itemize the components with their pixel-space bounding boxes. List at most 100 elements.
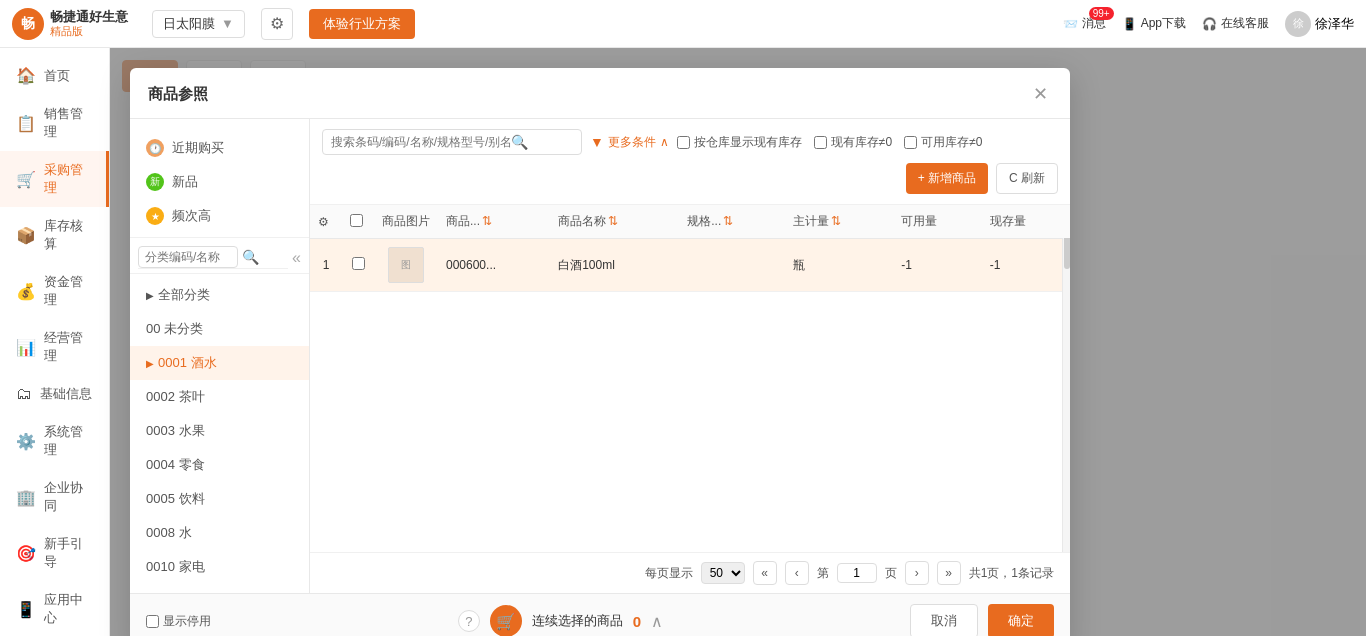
nav-selector[interactable]: 日太阳膜 ▼ xyxy=(152,10,245,38)
row-checkbox[interactable] xyxy=(352,257,365,270)
page-first-button[interactable]: « xyxy=(753,561,777,585)
quick-recent[interactable]: 🕐 近期购买 xyxy=(130,131,309,165)
page-prev-button[interactable]: ‹ xyxy=(785,561,809,585)
cancel-button[interactable]: 取消 xyxy=(910,604,978,636)
confirm-button[interactable]: 确定 xyxy=(988,604,1054,636)
top-nav: 畅 畅捷通好生意 精品版 日太阳膜 ▼ ⚙ 体验行业方案 📨 消息 99+ 📱 … xyxy=(0,0,1366,48)
modal-close-button[interactable]: ✕ xyxy=(1028,82,1052,106)
inventory-icon: 📦 xyxy=(16,226,36,245)
app-download-button[interactable]: 📱 App下载 xyxy=(1122,15,1186,32)
cat-item-0004[interactable]: 0004 零食 xyxy=(130,448,309,482)
logo-icon: 畅 xyxy=(12,8,44,40)
cat-item-00[interactable]: 00 未分类 xyxy=(130,312,309,346)
settings-button[interactable]: ⚙ xyxy=(261,8,293,40)
footer-mid: ? 🛒 连续选择的商品 0 ∧ xyxy=(458,605,663,636)
row-index: 1 xyxy=(310,239,342,292)
sidebar-item-sales[interactable]: 📋 销售管理 xyxy=(0,95,109,151)
show-disabled-input[interactable] xyxy=(146,615,159,628)
cat-item-all[interactable]: ▶ 全部分类 xyxy=(130,278,309,312)
collapse-sidebar-button[interactable]: « xyxy=(292,249,301,267)
sidebar-item-inventory[interactable]: 📦 库存核算 xyxy=(0,207,109,263)
table-header-code[interactable]: 商品...⇅ xyxy=(438,205,550,239)
enterprise-icon: 🏢 xyxy=(16,488,36,507)
new-icon: 新 xyxy=(146,173,164,191)
cart-icon[interactable]: 🛒 xyxy=(490,605,522,636)
more-filter-button[interactable]: ▼ 更多条件 ∧ xyxy=(590,134,669,151)
cat-item-0001[interactable]: ▶ 0001 酒水 xyxy=(130,346,309,380)
product-reference-modal: 商品参照 ✕ 🕐 近期购买 新 xyxy=(130,68,1070,636)
cat-item-0010[interactable]: 0010 家电 xyxy=(130,550,309,584)
clock-icon: 🕐 xyxy=(146,139,164,157)
page-next-button[interactable]: › xyxy=(905,561,929,585)
filter-checkboxes: 按仓库显示现有库存 现有库存≠0 可用库存≠0 xyxy=(677,134,983,151)
available-stock-input[interactable] xyxy=(814,136,827,149)
basic-icon: 🗂 xyxy=(16,385,32,403)
scrollbar[interactable] xyxy=(1062,205,1070,552)
collapse-footer-button[interactable]: ∧ xyxy=(651,612,663,631)
sidebar-item-purchase[interactable]: 🛒 采购管理 xyxy=(0,151,109,207)
warehouse-filter-checkbox[interactable]: 按仓库显示现有库存 xyxy=(677,134,802,151)
sidebar-item-finance[interactable]: 💰 资金管理 xyxy=(0,263,109,319)
bell-icon: 📨 xyxy=(1063,17,1078,31)
home-icon: 🏠 xyxy=(16,66,36,85)
business-icon: 📊 xyxy=(16,338,36,357)
system-icon: ⚙️ xyxy=(16,432,36,451)
quick-new[interactable]: 新 新品 xyxy=(130,165,309,199)
search-icon[interactable]: 🔍 xyxy=(511,134,528,150)
cat-item-0002[interactable]: 0002 茶叶 xyxy=(130,380,309,414)
product-search-input[interactable] xyxy=(331,135,511,149)
usable-stock-input[interactable] xyxy=(904,136,917,149)
table-header-name[interactable]: 商品名称⇅ xyxy=(550,205,679,239)
table-header-check[interactable] xyxy=(342,205,374,239)
table-header-unit[interactable]: 主计量⇅ xyxy=(785,205,894,239)
page-size-select[interactable]: 50 xyxy=(701,562,745,584)
usable-stock-checkbox[interactable]: 可用库存≠0 xyxy=(904,134,982,151)
sort-spec-icon: ⇅ xyxy=(723,214,733,228)
available-stock-checkbox[interactable]: 现有库存≠0 xyxy=(814,134,892,151)
cat-item-0005[interactable]: 0005 饮料 xyxy=(130,482,309,516)
quick-frequent[interactable]: ★ 频次高 xyxy=(130,199,309,233)
help-button[interactable]: ? xyxy=(458,610,480,632)
page-last-button[interactable]: » xyxy=(937,561,961,585)
table-row[interactable]: 1 图 000600... 白酒100ml xyxy=(310,239,1070,292)
table-header-stock: 现存量 xyxy=(982,205,1070,239)
cat-item-0008[interactable]: 0008 水 xyxy=(130,516,309,550)
sidebar-item-enterprise[interactable]: 🏢 企业协同 xyxy=(0,469,109,525)
notifications-button[interactable]: 📨 消息 99+ xyxy=(1063,15,1106,32)
download-icon: 📱 xyxy=(1122,17,1137,31)
cat-item-0003[interactable]: 0003 水果 xyxy=(130,414,309,448)
filter-icon: ▼ xyxy=(590,134,604,150)
product-image: 图 xyxy=(388,247,424,283)
sidebar-item-basic[interactable]: 🗂 基础信息 xyxy=(0,375,109,413)
table-header-spec[interactable]: 规格...⇅ xyxy=(679,205,784,239)
sidebar-item-home[interactable]: 🏠 首页 xyxy=(0,56,109,95)
show-disabled-checkbox[interactable]: 显示停用 xyxy=(146,613,211,630)
sidebar-item-system[interactable]: ⚙️ 系统管理 xyxy=(0,413,109,469)
sidebar-item-business[interactable]: 📊 经营管理 xyxy=(0,319,109,375)
page-number-input[interactable] xyxy=(837,563,877,583)
refresh-button[interactable]: C 刷新 xyxy=(996,163,1058,194)
main-layout: 🏠 首页 📋 销售管理 🛒 采购管理 📦 库存核算 💰 资金管理 📊 经营管理 … xyxy=(0,48,1366,636)
table-header-settings[interactable]: ⚙ xyxy=(310,205,342,239)
category-list: ▶ 全部分类 00 未分类 ▶ 0001 酒水 0002 茶 xyxy=(130,274,309,588)
warehouse-checkbox-input[interactable] xyxy=(677,136,690,149)
select-all-checkbox[interactable] xyxy=(350,214,363,227)
sidebar-item-guide[interactable]: 🎯 新手引导 xyxy=(0,525,109,581)
user-area[interactable]: 徐 徐泽华 xyxy=(1285,11,1354,37)
modal-overlay: 商品参照 ✕ 🕐 近期购买 新 xyxy=(110,48,1366,636)
category-search-icon[interactable]: 🔍 xyxy=(242,249,259,265)
product-table: ⚙ 商品图片 商品...⇅ 商品名称⇅ 规格...⇅ 主计量⇅ 可用量 现存量 xyxy=(310,205,1070,292)
sales-icon: 📋 xyxy=(16,114,36,133)
purchase-icon: 🛒 xyxy=(16,170,36,189)
trial-button[interactable]: 体验行业方案 xyxy=(309,9,415,39)
category-search-input[interactable] xyxy=(138,246,238,268)
add-product-button[interactable]: + 新增商品 xyxy=(906,163,988,194)
row-available: -1 xyxy=(893,239,981,292)
modal-footer: 显示停用 ? 🛒 连续选择的商品 0 ∧ 取消 确定 xyxy=(130,593,1070,636)
pagination: 每页显示 50 « ‹ 第 页 › » 共1页，1条记录 xyxy=(310,552,1070,593)
online-service-button[interactable]: 🎧 在线客服 xyxy=(1202,15,1269,32)
sidebar-item-appcenter[interactable]: 📱 应用中心 xyxy=(0,581,109,636)
product-search-box[interactable]: 🔍 xyxy=(322,129,582,155)
row-check[interactable] xyxy=(342,239,374,292)
toolbar-actions: + 新增商品 C 刷新 xyxy=(906,163,1058,194)
